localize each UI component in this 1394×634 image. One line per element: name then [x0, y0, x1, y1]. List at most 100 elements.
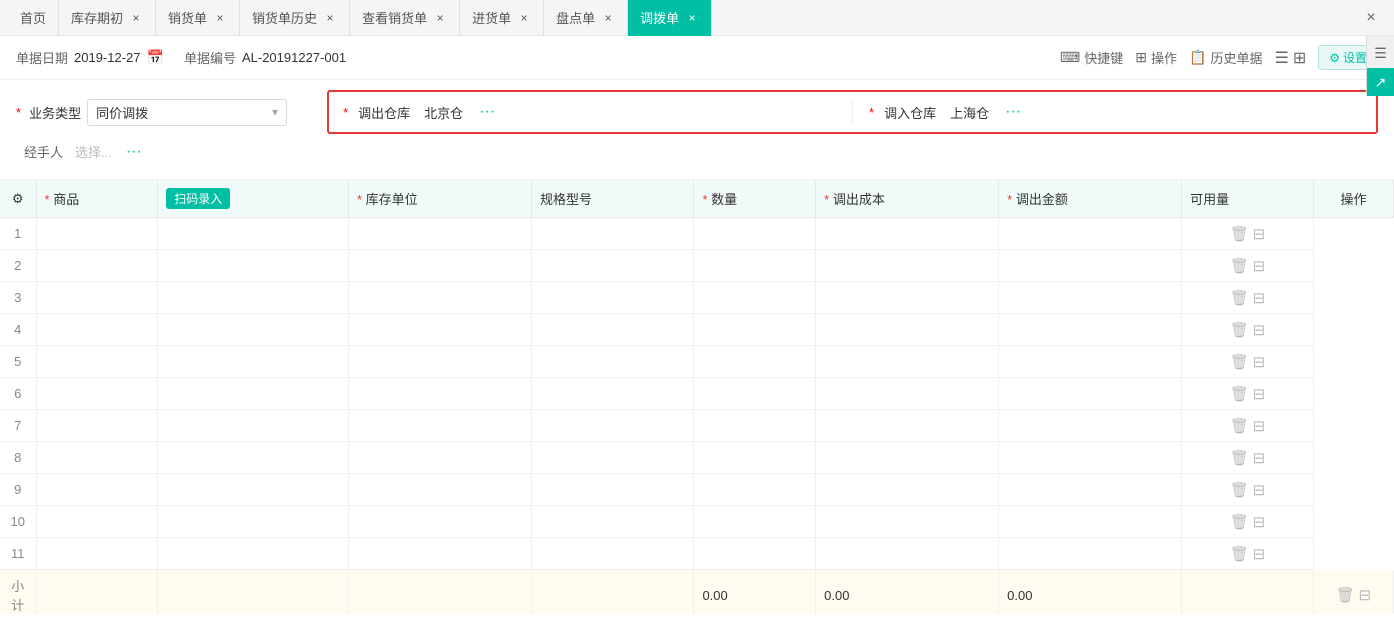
close-view-sales[interactable]: ×: [433, 11, 447, 25]
cell-2[interactable]: [348, 474, 531, 506]
cell-6[interactable]: [999, 442, 1182, 474]
cell-3[interactable]: [531, 410, 694, 442]
copy-row-button[interactable]: ⊟: [1253, 514, 1266, 531]
cell-6[interactable]: [999, 282, 1182, 314]
cell-3[interactable]: [531, 218, 694, 250]
cell-3[interactable]: [531, 282, 694, 314]
warehouse-out-dots[interactable]: ···: [479, 103, 495, 121]
copy-row-button[interactable]: ⊟: [1253, 226, 1266, 243]
scan-button[interactable]: 扫码录入: [166, 188, 230, 209]
cell-6[interactable]: [999, 250, 1182, 282]
tab-purchase-order[interactable]: 进货单 ×: [460, 0, 544, 36]
cell-1[interactable]: [158, 506, 349, 538]
cell-4[interactable]: [694, 474, 816, 506]
delete-row-button[interactable]: 🗑: [1230, 450, 1249, 467]
cell-0[interactable]: [36, 474, 158, 506]
cell-3[interactable]: [531, 442, 694, 474]
cell-0[interactable]: [36, 506, 158, 538]
cell-5[interactable]: [816, 314, 999, 346]
cell-6[interactable]: [999, 346, 1182, 378]
close-purchase-order[interactable]: ×: [517, 11, 531, 25]
cell-0[interactable]: [36, 250, 158, 282]
cell-1[interactable]: [158, 442, 349, 474]
cell-1[interactable]: [158, 346, 349, 378]
cell-6[interactable]: [999, 218, 1182, 250]
cell-4[interactable]: [694, 218, 816, 250]
cell-1[interactable]: [158, 250, 349, 282]
cell-0[interactable]: [36, 442, 158, 474]
delete-row-button[interactable]: 🗑: [1230, 226, 1249, 243]
layout-list-icon[interactable]: ☰: [1274, 48, 1288, 68]
cell-6[interactable]: [999, 410, 1182, 442]
cell-5[interactable]: [816, 538, 999, 570]
cell-4[interactable]: [694, 378, 816, 410]
cell-5[interactable]: [816, 506, 999, 538]
shortcut-button[interactable]: ⌨ 快捷键: [1060, 48, 1123, 67]
cell-0[interactable]: [36, 538, 158, 570]
cell-6[interactable]: [999, 314, 1182, 346]
delete-row-button[interactable]: 🗑: [1230, 418, 1249, 435]
tab-stocktake[interactable]: 盘点单 ×: [544, 0, 628, 36]
close-stocktake[interactable]: ×: [601, 11, 615, 25]
cell-4[interactable]: [694, 410, 816, 442]
copy-row-button[interactable]: ⊟: [1253, 546, 1266, 563]
delete-row-button[interactable]: 🗑: [1230, 514, 1249, 531]
cell-3[interactable]: [531, 250, 694, 282]
cell-5[interactable]: [816, 282, 999, 314]
copy-row-button[interactable]: ⊟: [1253, 386, 1266, 403]
cell-2[interactable]: [348, 218, 531, 250]
cell-2[interactable]: [348, 538, 531, 570]
cell-3[interactable]: [531, 314, 694, 346]
cell-1[interactable]: [158, 218, 349, 250]
cell-4[interactable]: [694, 442, 816, 474]
warehouse-in-dots[interactable]: ···: [1005, 103, 1021, 121]
tab-sales-order[interactable]: 销货单 ×: [156, 0, 240, 36]
subtotal-copy-icon[interactable]: ⊟: [1359, 587, 1372, 604]
cell-4[interactable]: [694, 250, 816, 282]
copy-row-button[interactable]: ⊟: [1253, 258, 1266, 275]
cell-5[interactable]: [816, 378, 999, 410]
cell-6[interactable]: [999, 506, 1182, 538]
cell-2[interactable]: [348, 506, 531, 538]
cell-0[interactable]: [36, 314, 158, 346]
cell-6[interactable]: [999, 378, 1182, 410]
cell-3[interactable]: [531, 346, 694, 378]
close-sales-history[interactable]: ×: [323, 11, 337, 25]
cell-5[interactable]: [816, 250, 999, 282]
delete-row-button[interactable]: 🗑: [1230, 354, 1249, 371]
tab-transfer[interactable]: 调拨单 ×: [628, 0, 712, 36]
delete-row-button[interactable]: 🗑: [1230, 386, 1249, 403]
cell-5[interactable]: [816, 218, 999, 250]
delete-row-button[interactable]: 🗑: [1230, 322, 1249, 339]
handler-input[interactable]: 选择...: [75, 142, 112, 161]
cell-2[interactable]: [348, 250, 531, 282]
tab-home[interactable]: 首页: [8, 0, 59, 36]
cell-2[interactable]: [348, 346, 531, 378]
tab-inventory-init[interactable]: 库存期初 ×: [59, 0, 156, 36]
operation-button[interactable]: ⊞ 操作: [1135, 48, 1177, 67]
copy-row-button[interactable]: ⊟: [1253, 418, 1266, 435]
cell-3[interactable]: [531, 474, 694, 506]
cell-4[interactable]: [694, 282, 816, 314]
copy-row-button[interactable]: ⊟: [1253, 322, 1266, 339]
cell-3[interactable]: [531, 378, 694, 410]
sidebar-export-icon[interactable]: ↗: [1367, 68, 1394, 96]
copy-row-button[interactable]: ⊟: [1253, 290, 1266, 307]
cell-1[interactable]: [158, 474, 349, 506]
close-sales-order[interactable]: ×: [213, 11, 227, 25]
cell-1[interactable]: [158, 314, 349, 346]
cell-2[interactable]: [348, 314, 531, 346]
calendar-icon[interactable]: 📅: [147, 49, 164, 66]
cell-2[interactable]: [348, 442, 531, 474]
cell-0[interactable]: [36, 218, 158, 250]
cell-2[interactable]: [348, 378, 531, 410]
sidebar-list-icon[interactable]: ☰: [1368, 40, 1394, 66]
delete-row-button[interactable]: 🗑: [1230, 258, 1249, 275]
handler-dots[interactable]: ···: [126, 143, 142, 161]
close-inventory-init[interactable]: ×: [129, 11, 143, 25]
cell-5[interactable]: [816, 346, 999, 378]
cell-0[interactable]: [36, 346, 158, 378]
cell-6[interactable]: [999, 474, 1182, 506]
subtotal-delete-icon[interactable]: 🗑: [1336, 587, 1355, 604]
cell-4[interactable]: [694, 346, 816, 378]
